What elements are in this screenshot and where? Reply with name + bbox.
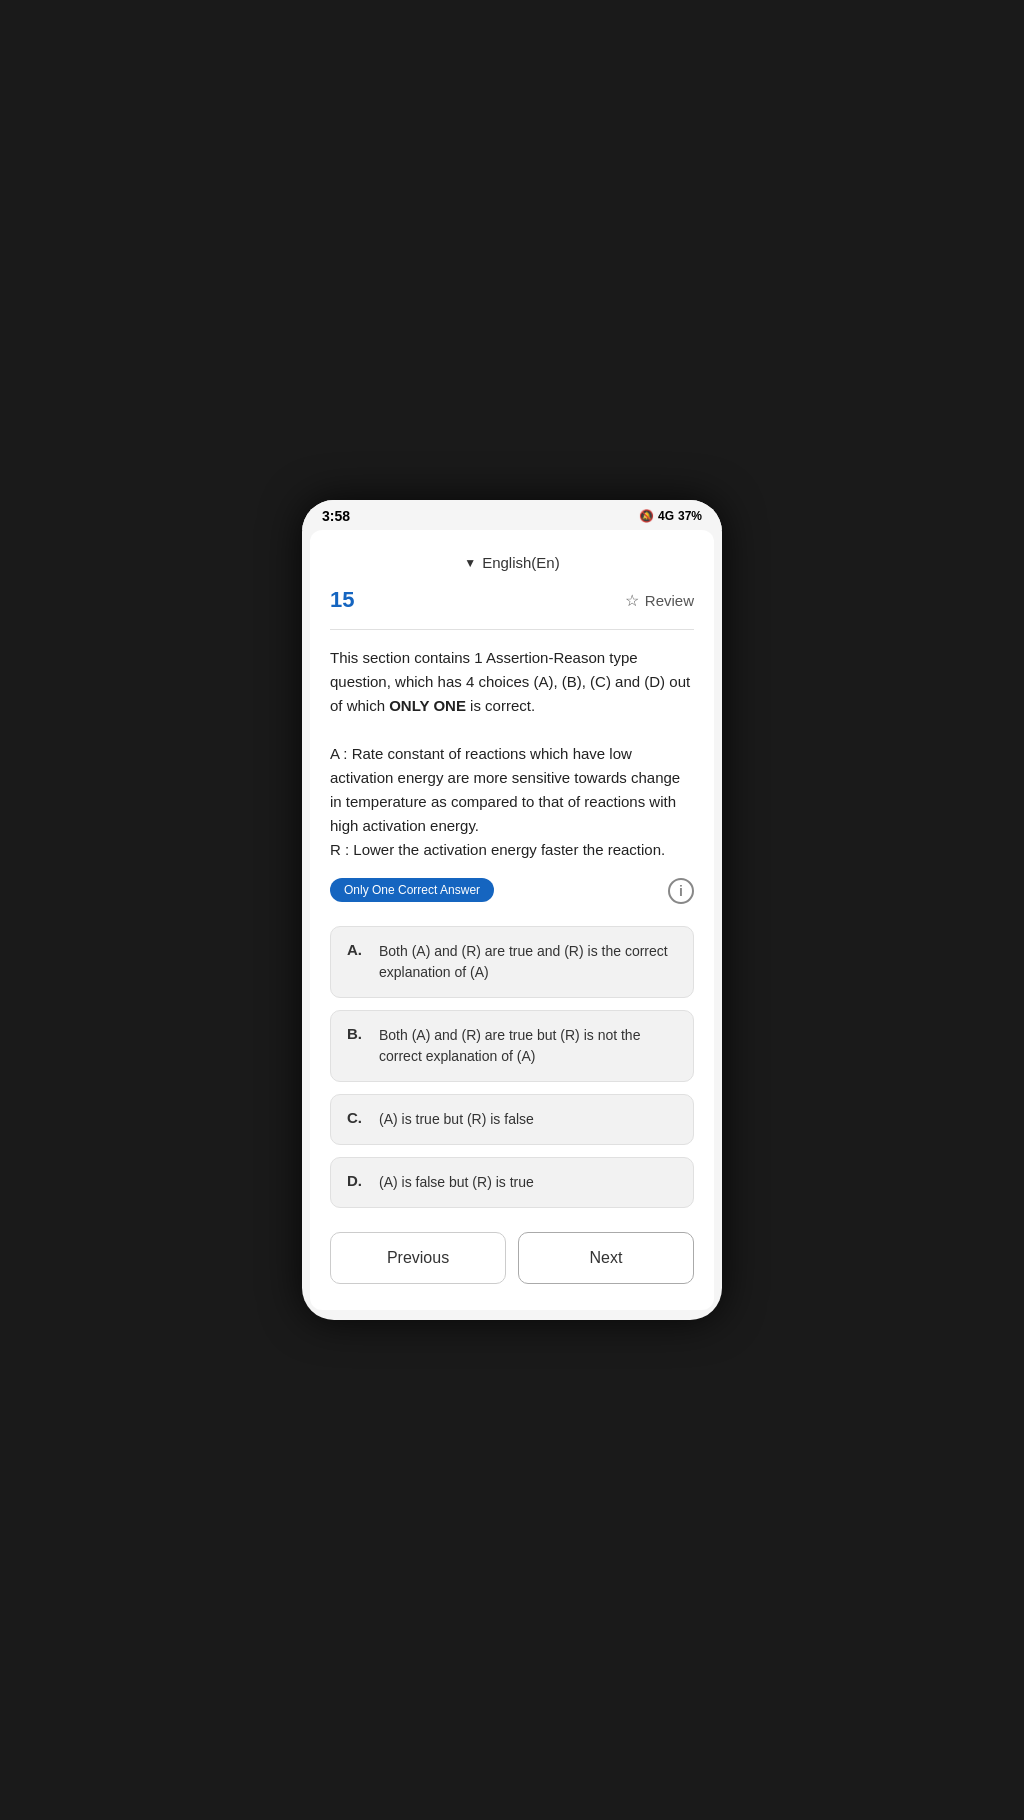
- option-c-text: (A) is true but (R) is false: [379, 1109, 534, 1130]
- status-bar: 3:58 🔕 4G 37%: [302, 500, 722, 530]
- option-a[interactable]: A. Both (A) and (R) are true and (R) is …: [330, 926, 694, 998]
- option-c-letter: C.: [347, 1109, 365, 1126]
- reason-text: R : Lower the activation energy faster t…: [330, 841, 665, 858]
- review-label: Review: [645, 592, 694, 609]
- content-area: ▼ English(En) 15 ☆ Review This section c…: [310, 530, 714, 1310]
- previous-button[interactable]: Previous: [330, 1232, 506, 1284]
- option-b-letter: B.: [347, 1025, 365, 1042]
- question-body-end: is correct.: [466, 697, 535, 714]
- option-d[interactable]: D. (A) is false but (R) is true: [330, 1157, 694, 1208]
- status-icons: 🔕 4G 37%: [639, 509, 702, 523]
- star-icon: ☆: [625, 591, 639, 610]
- network-icon: 4G: [658, 509, 674, 523]
- chevron-down-icon: ▼: [464, 556, 476, 570]
- phone-frame: 3:58 🔕 4G 37% ▼ English(En) 15 ☆ Review …: [302, 500, 722, 1320]
- review-button[interactable]: ☆ Review: [625, 591, 694, 610]
- question-bold-text: ONLY ONE: [389, 697, 466, 714]
- option-b-text: Both (A) and (R) are true but (R) is not…: [379, 1025, 677, 1067]
- answer-type-badge: Only One Correct Answer: [330, 878, 494, 902]
- question-number: 15: [330, 587, 354, 613]
- signal-icon: 🔕: [639, 509, 654, 523]
- options-list: A. Both (A) and (R) are true and (R) is …: [330, 926, 694, 1208]
- language-selector[interactable]: ▼ English(En): [330, 546, 694, 587]
- divider: [330, 629, 694, 630]
- info-icon[interactable]: i: [668, 878, 694, 904]
- option-d-text: (A) is false but (R) is true: [379, 1172, 534, 1193]
- option-d-letter: D.: [347, 1172, 365, 1189]
- badge-row: Only One Correct Answer i: [330, 878, 694, 906]
- option-b[interactable]: B. Both (A) and (R) are true but (R) is …: [330, 1010, 694, 1082]
- status-time: 3:58: [322, 508, 350, 524]
- nav-buttons: Previous Next: [330, 1232, 694, 1284]
- question-body: This section contains 1 Assertion-Reason…: [330, 646, 694, 862]
- next-button[interactable]: Next: [518, 1232, 694, 1284]
- assertion-text: A : Rate constant of reactions which hav…: [330, 745, 680, 834]
- option-a-text: Both (A) and (R) are true and (R) is the…: [379, 941, 677, 983]
- question-header: 15 ☆ Review: [330, 587, 694, 613]
- option-c[interactable]: C. (A) is true but (R) is false: [330, 1094, 694, 1145]
- language-label: English(En): [482, 554, 560, 571]
- option-a-letter: A.: [347, 941, 365, 958]
- battery-icon: 37%: [678, 509, 702, 523]
